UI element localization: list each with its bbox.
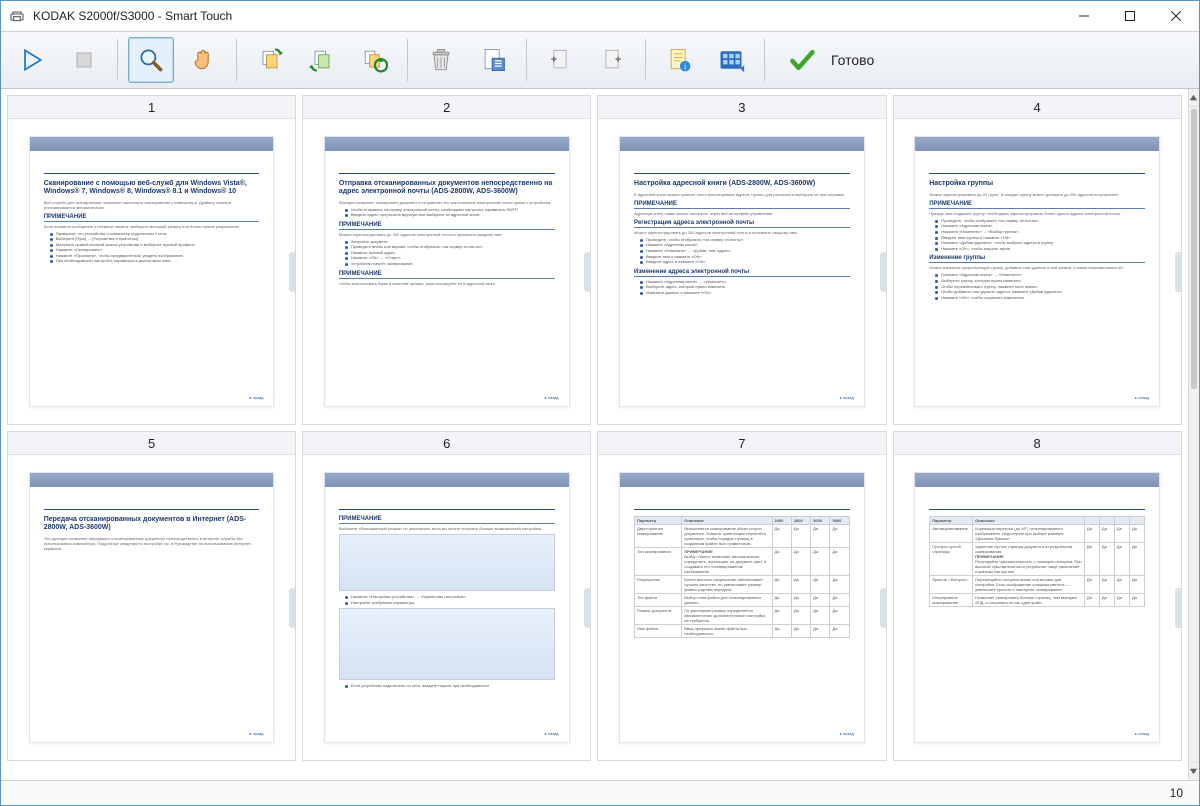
thumbnail-cell[interactable]: 4 Настройка группы Можно зарегистрироват… (893, 95, 1182, 425)
insert-after-button[interactable] (589, 37, 635, 83)
thumbnail-grid: 1 Сканирование с помощью веб-служб для W… (1, 89, 1188, 780)
minimize-button[interactable] (1061, 1, 1107, 31)
page-preview: ПРИМЕЧАНИЕ Выберите «Расширенный режим» … (324, 472, 570, 743)
toolbar-separator (117, 39, 118, 81)
play-button[interactable] (9, 37, 55, 83)
thumb-handle[interactable] (1175, 588, 1181, 628)
scroll-thumb[interactable] (1191, 109, 1197, 389)
thumbnail-cell[interactable]: 7 ПараметрОписание2400280030003600 Двуст… (597, 431, 886, 761)
page-preview: Настройка группы Можно зарегистрировать … (914, 136, 1160, 407)
thumbnail-number: 6 (303, 432, 590, 455)
toolbar: i Готово (1, 32, 1199, 89)
window-title: KODAK S2000f/S3000 - Smart Touch (33, 9, 232, 23)
page-info-button[interactable]: i (656, 37, 702, 83)
thumbnail-number: 2 (303, 96, 590, 119)
thumbnail-number: 4 (894, 96, 1181, 119)
done-label: Готово (831, 52, 874, 68)
thumb-handle[interactable] (584, 588, 590, 628)
content-area: 1 Сканирование с помощью веб-служб для W… (1, 89, 1199, 780)
page-preview: Передача отсканированных документов в Ин… (29, 472, 275, 743)
thumbnail-number: 8 (894, 432, 1181, 455)
insert-before-button[interactable] (537, 37, 583, 83)
done-button[interactable] (783, 37, 821, 83)
thumbnail-grid-button[interactable] (708, 37, 754, 83)
thumb-handle[interactable] (880, 252, 886, 292)
toolbar-separator (236, 39, 237, 81)
page-preview: ПараметрОписание2400280030003600 Двустор… (619, 472, 865, 743)
pan-button[interactable] (180, 37, 226, 83)
toolbar-separator (526, 39, 527, 81)
close-button[interactable] (1153, 1, 1199, 31)
thumbnail-number: 5 (8, 432, 295, 455)
thumbnail-cell[interactable]: 3 Настройка адресной книги (ADS-2800W, A… (597, 95, 886, 425)
toolbar-separator (407, 39, 408, 81)
thumbnail-cell[interactable]: 5 Передача отсканированных документов в … (7, 431, 296, 761)
rotate-all-button[interactable] (351, 37, 397, 83)
toolbar-separator (764, 39, 765, 81)
thumb-handle[interactable] (584, 252, 590, 292)
thumbnail-cell[interactable]: 6 ПРИМЕЧАНИЕ Выберите «Расширенный режим… (302, 431, 591, 761)
app-icon (9, 8, 25, 24)
page-settings-button[interactable] (470, 37, 516, 83)
page-preview: Сканирование с помощью веб-служб для Win… (29, 136, 275, 407)
vertical-scrollbar[interactable] (1188, 89, 1199, 780)
svg-text:i: i (684, 63, 686, 72)
thumbnail-number: 3 (598, 96, 885, 119)
stop-button[interactable] (61, 37, 107, 83)
page-count: 10 (1170, 786, 1183, 800)
thumb-handle[interactable] (289, 252, 295, 292)
delete-button[interactable] (418, 37, 464, 83)
thumbnail-cell[interactable]: 2 Отправка отсканированных документов не… (302, 95, 591, 425)
rotate-ccw-button[interactable] (299, 37, 345, 83)
status-bar: 10 (1, 780, 1199, 805)
scroll-up-button[interactable] (1189, 89, 1199, 107)
page-preview: Настройка адресной книги (ADS-2800W, ADS… (619, 136, 865, 407)
rotate-cw-button[interactable] (247, 37, 293, 83)
maximize-button[interactable] (1107, 1, 1153, 31)
page-preview: Отправка отсканированных документов непо… (324, 136, 570, 407)
thumbnail-cell[interactable]: 8 ПараметрОписание АвтовыравниваниеКорре… (893, 431, 1182, 761)
toolbar-separator (645, 39, 646, 81)
thumb-handle[interactable] (289, 588, 295, 628)
zoom-button[interactable] (128, 37, 174, 83)
thumbnail-number: 7 (598, 432, 885, 455)
thumb-handle[interactable] (1175, 252, 1181, 292)
application-window: KODAK S2000f/S3000 - Smart Touch i Готов… (0, 0, 1200, 806)
thumbnail-cell[interactable]: 1 Сканирование с помощью веб-служб для W… (7, 95, 296, 425)
scroll-down-button[interactable] (1189, 762, 1199, 780)
page-preview: ПараметрОписание АвтовыравниваниеКоррекц… (914, 472, 1160, 743)
thumbnail-number: 1 (8, 96, 295, 119)
thumb-handle[interactable] (880, 588, 886, 628)
titlebar: KODAK S2000f/S3000 - Smart Touch (1, 1, 1199, 32)
